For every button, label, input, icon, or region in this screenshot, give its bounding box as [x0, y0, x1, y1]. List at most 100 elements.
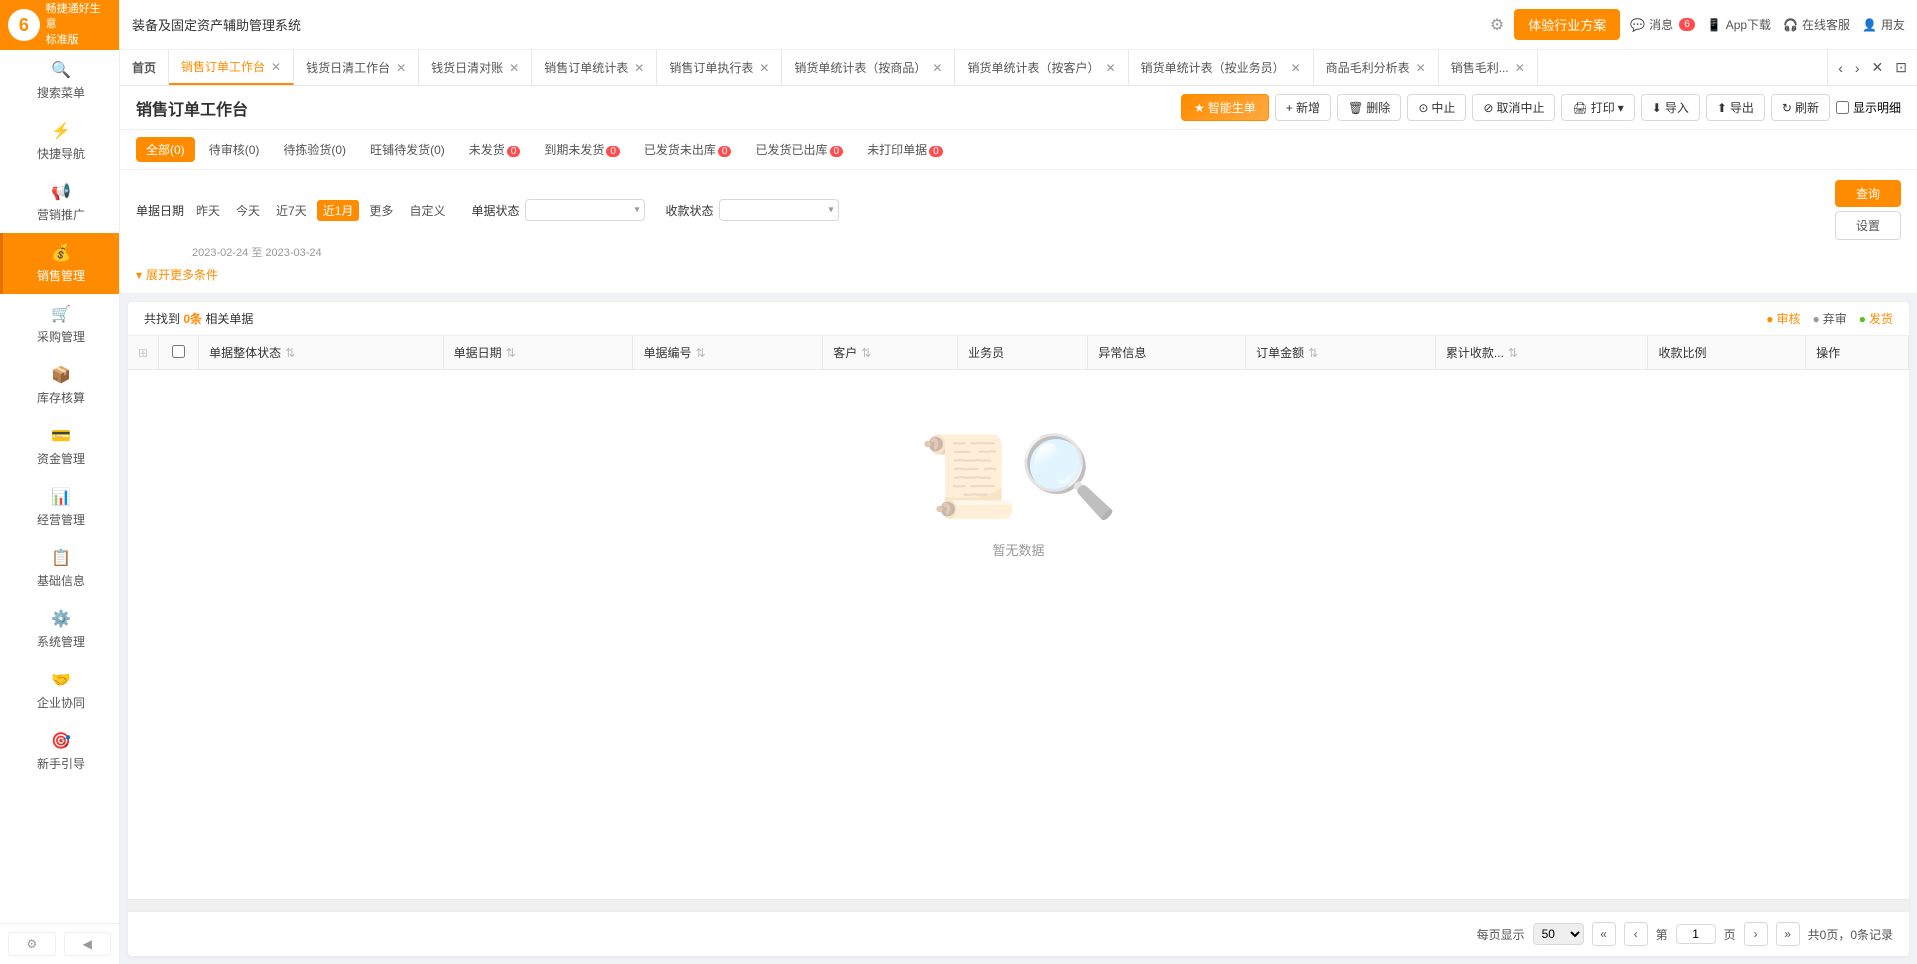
col-checkbox-header[interactable]: [159, 336, 199, 370]
audit-action-btn[interactable]: ● 审核: [1766, 310, 1800, 327]
date-shortcut-3[interactable]: 近1月: [317, 200, 360, 221]
sidebar-item-6[interactable]: 💳 资金管理: [0, 416, 119, 477]
ship-action-btn[interactable]: ● 发货: [1859, 310, 1893, 327]
sub-tab-7[interactable]: 已发货已出库0: [745, 137, 853, 162]
tab-close-1[interactable]: ✕: [271, 60, 281, 74]
tab-prev-btn[interactable]: ‹: [1832, 50, 1849, 85]
tab-item-2[interactable]: 钱货日清工作台✕: [294, 50, 419, 85]
tab-close-btn[interactable]: ✕: [1866, 50, 1890, 85]
tab-item-6[interactable]: 销货单统计表（按商品）✕: [782, 50, 955, 85]
tab-item-3[interactable]: 钱货日清对账✕: [419, 50, 532, 85]
import-btn[interactable]: ⬇ 导入: [1641, 94, 1700, 121]
message-btn[interactable]: 💬 消息 6: [1630, 16, 1695, 33]
sidebar-item-7[interactable]: 📊 经营管理: [0, 477, 119, 538]
tab-close-9[interactable]: ✕: [1416, 61, 1426, 75]
col-header-0[interactable]: 单据整体状态⇅: [199, 336, 444, 370]
sub-tab-3[interactable]: 旺铺待发货(0): [360, 137, 455, 162]
unaudit-action-btn[interactable]: ● 弃审: [1812, 310, 1846, 327]
page-input[interactable]: [1676, 924, 1716, 944]
tab-item-0[interactable]: 首页: [120, 50, 169, 85]
tab-close-8[interactable]: ✕: [1291, 61, 1301, 75]
sub-tab-6[interactable]: 已发货未出库0: [634, 137, 742, 162]
sidebar-settings-btn[interactable]: ⚙: [8, 932, 56, 956]
status-select-wrapper: [525, 199, 645, 221]
date-shortcut-4[interactable]: 更多: [363, 200, 399, 221]
tab-close-2[interactable]: ✕: [396, 61, 406, 75]
page-first-btn[interactable]: «: [1592, 922, 1616, 946]
show-detail-checkbox-wrapper[interactable]: 显示明细: [1836, 99, 1901, 116]
show-detail-checkbox[interactable]: [1836, 101, 1849, 114]
tab-next-btn[interactable]: ›: [1849, 50, 1866, 85]
tab-item-7[interactable]: 销货单统计表（按客户） ✕: [955, 50, 1128, 85]
app-download-btn[interactable]: 📱 App下载: [1707, 16, 1771, 33]
col-header-9: 操作: [1806, 336, 1909, 370]
col-header-6[interactable]: 订单金额⇅: [1246, 336, 1436, 370]
sidebar-bottom: ⚙ ◀: [0, 923, 119, 964]
sidebar-item-2[interactable]: 📢 营销推广: [0, 172, 119, 233]
settings-icon[interactable]: ⚙: [1490, 15, 1504, 35]
col-header-2[interactable]: 单据编号⇅: [633, 336, 823, 370]
col-header-1[interactable]: 单据日期⇅: [443, 336, 633, 370]
tab-close-3[interactable]: ✕: [509, 61, 519, 75]
expand-filter-btn[interactable]: ▾ 展开更多条件: [136, 266, 1901, 283]
payment-select[interactable]: [719, 199, 839, 221]
tab-expand-btn[interactable]: ⊡: [1889, 50, 1913, 85]
sub-tab-1[interactable]: 待审核(0): [199, 137, 270, 162]
sort-icon-0: ⇅: [285, 346, 295, 360]
tab-close-5[interactable]: ✕: [759, 61, 769, 75]
page-prev-btn[interactable]: ‹: [1624, 922, 1648, 946]
pause-btn[interactable]: ⊙ 中止: [1407, 94, 1466, 121]
query-btn[interactable]: 查询: [1835, 180, 1901, 207]
user-menu-btn[interactable]: 👤 用友: [1862, 16, 1905, 33]
export-btn[interactable]: ⬆ 导出: [1706, 94, 1765, 121]
smart-gen-btn[interactable]: ★ 智能生单: [1181, 94, 1269, 121]
horizontal-scrollbar[interactable]: [128, 899, 1909, 911]
sub-tab-2[interactable]: 待拣验货(0): [273, 137, 356, 162]
select-all-checkbox[interactable]: [172, 345, 185, 358]
sidebar-item-11[interactable]: 🎯 新手引导: [0, 721, 119, 782]
tab-close-10[interactable]: ✕: [1515, 61, 1525, 75]
date-shortcut-2[interactable]: 近7天: [270, 200, 313, 221]
tab-label-7: 销货单统计表（按客户）: [967, 59, 1099, 76]
sidebar-item-9[interactable]: ⚙️ 系统管理: [0, 599, 119, 660]
sidebar-item-4[interactable]: 🛒 采购管理: [0, 294, 119, 355]
tab-close-4[interactable]: ✕: [634, 61, 644, 75]
sidebar-item-3[interactable]: 💰 销售管理: [0, 233, 119, 294]
status-select[interactable]: [525, 199, 645, 221]
tab-close-7[interactable]: ✕: [1106, 61, 1116, 75]
sidebar-item-10[interactable]: 🤝 企业协同: [0, 660, 119, 721]
experience-btn[interactable]: 体验行业方案: [1514, 9, 1620, 40]
tab-item-8[interactable]: 销货单统计表（按业务员）✕: [1129, 50, 1314, 85]
filter-setting-btn[interactable]: 设置: [1835, 211, 1901, 240]
sub-tab-5[interactable]: 到期未发货0: [534, 137, 630, 162]
tab-item-10[interactable]: 销售毛利...✕: [1439, 50, 1538, 85]
page-last-btn[interactable]: »: [1776, 922, 1800, 946]
date-shortcut-0[interactable]: 昨天: [190, 200, 226, 221]
tab-item-1[interactable]: 销售订单工作台✕: [169, 50, 294, 85]
page-size-select[interactable]: 102050100: [1533, 923, 1584, 945]
sidebar-collapse-btn[interactable]: ◀: [64, 932, 112, 956]
tab-item-4[interactable]: 销售订单统计表✕: [532, 50, 657, 85]
sidebar-item-1[interactable]: ⚡ 快捷导航: [0, 111, 119, 172]
sidebar-item-8[interactable]: 📋 基础信息: [0, 538, 119, 599]
online-support-btn[interactable]: 🎧 在线客服: [1783, 16, 1850, 33]
col-header-7[interactable]: 累计收款...⇅: [1435, 336, 1648, 370]
tab-item-5[interactable]: 销售订单执行表✕: [657, 50, 782, 85]
refresh-btn[interactable]: ↻ 刷新: [1771, 94, 1830, 121]
sub-tab-4[interactable]: 未发货0: [459, 137, 531, 162]
delete-btn[interactable]: 🗑 删除: [1337, 94, 1401, 121]
empty-icon: 📜🔍: [919, 430, 1118, 524]
date-shortcut-5[interactable]: 自定义: [403, 200, 451, 221]
tab-close-6[interactable]: ✕: [932, 61, 942, 75]
sidebar-item-0[interactable]: 🔍 搜索菜单: [0, 50, 119, 111]
sub-tab-0[interactable]: 全部(0): [136, 137, 195, 162]
add-btn[interactable]: + 新增: [1275, 94, 1331, 121]
page-next-btn[interactable]: ›: [1744, 922, 1768, 946]
cancel-pause-btn[interactable]: ⊘ 取消中止: [1472, 94, 1555, 121]
sidebar-item-5[interactable]: 📦 库存核算: [0, 355, 119, 416]
tab-item-9[interactable]: 商品毛利分析表✕: [1314, 50, 1439, 85]
print-btn[interactable]: 🖨 打印 ▾: [1561, 94, 1634, 121]
sub-tab-8[interactable]: 未打印单据0: [857, 137, 953, 162]
col-header-3[interactable]: 客户⇅: [823, 336, 958, 370]
date-shortcut-1[interactable]: 今天: [230, 200, 266, 221]
